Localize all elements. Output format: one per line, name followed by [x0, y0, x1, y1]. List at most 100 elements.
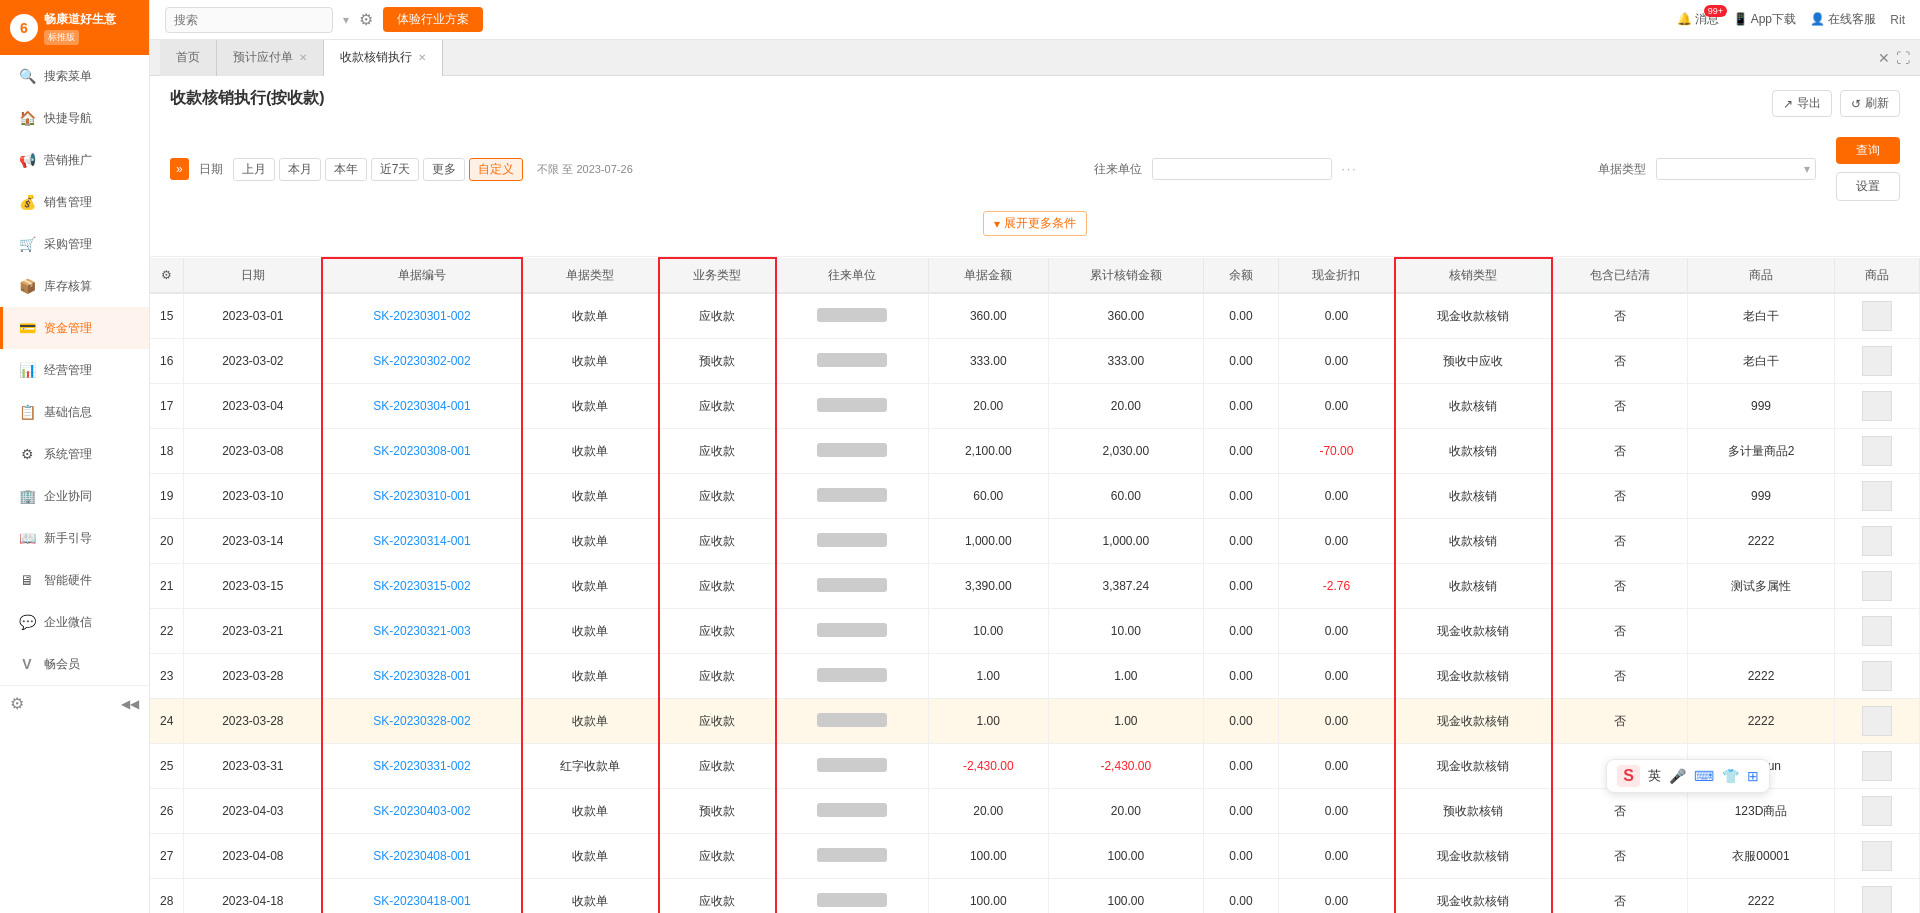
cell-seq: 19	[150, 474, 184, 519]
bill-no-link[interactable]: SK-20230315-002	[373, 579, 470, 593]
sidebar-item-sales[interactable]: 💰 销售管理	[0, 181, 149, 223]
cell-product: 999	[1688, 474, 1834, 519]
sidebar-item-inventory[interactable]: 📦 库存核算	[0, 265, 149, 307]
table-row: 21 2023-03-15 SK-20230315-002 收款单 应收款 3,…	[150, 564, 1920, 609]
shirt-icon[interactable]: 👕	[1722, 768, 1739, 784]
cell-seq: 17	[150, 384, 184, 429]
bill-no-link[interactable]: SK-20230331-002	[373, 759, 470, 773]
sidebar-item-operations[interactable]: 📊 经营管理	[0, 349, 149, 391]
sidebar-item-member[interactable]: V 畅会员	[0, 643, 149, 685]
bill-type-input[interactable]	[1656, 158, 1816, 180]
grid-icon[interactable]: ⊞	[1747, 768, 1759, 784]
tab-home[interactable]: 首页	[160, 40, 217, 76]
topbar-dropdown-icon[interactable]: ▾	[343, 13, 349, 27]
last-month-button[interactable]: 上月	[233, 158, 275, 181]
chinese-label[interactable]: 英	[1648, 767, 1661, 785]
tab-collection[interactable]: 收款核销执行 ✕	[324, 40, 443, 76]
support-link[interactable]: 👤 在线客服	[1810, 11, 1876, 28]
bill-no-link[interactable]: SK-20230321-003	[373, 624, 470, 638]
mic-icon[interactable]: 🎤	[1669, 768, 1686, 784]
cell-cancel-type: 预收中应收	[1395, 339, 1552, 384]
solution-button[interactable]: 体验行业方案	[383, 7, 483, 32]
bill-no-link[interactable]: SK-20230328-002	[373, 714, 470, 728]
col-header-balance[interactable]: 余额	[1203, 258, 1278, 293]
app-download-link[interactable]: 📱 App下载	[1733, 11, 1796, 28]
this-month-button[interactable]: 本月	[279, 158, 321, 181]
bill-no-link[interactable]: SK-20230302-002	[373, 354, 470, 368]
this-year-button[interactable]: 本年	[325, 158, 367, 181]
col-header-gear[interactable]: ⚙	[150, 258, 184, 293]
cell-balance: 0.00	[1203, 429, 1278, 474]
col-header-bill-type[interactable]: 单据类型	[522, 258, 659, 293]
user-name[interactable]: Rit	[1890, 13, 1905, 27]
col-header-biz-type[interactable]: 业务类型	[659, 258, 776, 293]
query-button[interactable]: 查询	[1836, 137, 1900, 164]
topbar-search-input[interactable]	[165, 7, 333, 33]
keyboard-icon[interactable]: ⌨	[1694, 768, 1714, 784]
tab-preorder-close[interactable]: ✕	[299, 52, 307, 63]
col-header-product[interactable]: 商品	[1688, 258, 1834, 293]
cell-include-settled: 否	[1552, 339, 1688, 384]
col-header-partner[interactable]: 往来单位	[776, 258, 929, 293]
bill-no-link[interactable]: SK-20230408-001	[373, 849, 470, 863]
cell-cumulative: 1.00	[1048, 699, 1203, 744]
custom-date-button[interactable]: 自定义	[469, 158, 523, 181]
bill-no-link[interactable]: SK-20230304-001	[373, 399, 470, 413]
bill-no-link[interactable]: SK-20230301-002	[373, 309, 470, 323]
col-header-cash-discount[interactable]: 现金折扣	[1279, 258, 1395, 293]
sidebar-item-system[interactable]: ⚙ 系统管理	[0, 433, 149, 475]
cell-cumulative: 2,030.00	[1048, 429, 1203, 474]
bill-no-link[interactable]: SK-20230418-001	[373, 894, 470, 908]
sidebar-item-marketing[interactable]: 📢 营销推广	[0, 139, 149, 181]
filter-toggle-button[interactable]: »	[170, 158, 189, 180]
partner-blurred	[817, 578, 887, 592]
cell-date: 2023-04-03	[184, 789, 322, 834]
cell-cancel-type: 收款核销	[1395, 564, 1552, 609]
partner-blurred	[817, 398, 887, 412]
bill-no-link[interactable]: SK-20230403-002	[373, 804, 470, 818]
cell-product-img	[1834, 744, 1919, 789]
sidebar-item-finance[interactable]: 💳 资金管理	[0, 307, 149, 349]
col-header-bill-no[interactable]: 单据编号	[322, 258, 521, 293]
sidebar-item-purchase[interactable]: 🛒 采购管理	[0, 223, 149, 265]
export-icon: ↗	[1783, 97, 1793, 111]
sidebar-item-search[interactable]: 🔍 搜索菜单	[0, 55, 149, 97]
settings-button[interactable]: 设置	[1836, 172, 1900, 201]
sidebar-item-wechat[interactable]: 💬 企业微信	[0, 601, 149, 643]
sidebar-item-label: 采购管理	[44, 236, 92, 253]
sidebar-item-enterprise[interactable]: 🏢 企业协同	[0, 475, 149, 517]
tab-close-all-icon[interactable]: ✕	[1878, 50, 1890, 66]
sidebar-item-basic-info[interactable]: 📋 基础信息	[0, 391, 149, 433]
sidebar-item-hardware[interactable]: 🖥 智能硬件	[0, 559, 149, 601]
sidebar-item-quick-nav[interactable]: 🏠 快捷导航	[0, 97, 149, 139]
tab-preorder[interactable]: 预计应付单 ✕	[217, 40, 324, 76]
bill-no-link[interactable]: SK-20230310-001	[373, 489, 470, 503]
col-header-product2[interactable]: 商品	[1834, 258, 1919, 293]
notification-icon[interactable]: 🔔 消息 99+	[1677, 11, 1719, 28]
col-header-date[interactable]: 日期	[184, 258, 322, 293]
sidebar-gear-icon[interactable]: ⚙	[10, 694, 24, 713]
col-header-cancel-type[interactable]: 核销类型	[1395, 258, 1552, 293]
bill-no-link[interactable]: SK-20230314-001	[373, 534, 470, 548]
cell-product: 测试多属性	[1688, 564, 1834, 609]
tab-collection-close[interactable]: ✕	[418, 52, 426, 63]
cell-partner	[776, 384, 929, 429]
col-header-include-settled[interactable]: 包含已结清	[1552, 258, 1688, 293]
refresh-button[interactable]: ↺ 刷新	[1840, 90, 1900, 117]
col-header-amount[interactable]: 单据金额	[928, 258, 1048, 293]
bill-no-link[interactable]: SK-20230308-001	[373, 444, 470, 458]
cell-bill-type: 收款单	[522, 879, 659, 914]
cell-date: 2023-03-31	[184, 744, 322, 789]
sidebar-item-guide[interactable]: 📖 新手引导	[0, 517, 149, 559]
expand-conditions-button[interactable]: ▾ 展开更多条件	[983, 211, 1087, 236]
topbar-gear-button[interactable]: ⚙	[359, 10, 373, 29]
bill-no-link[interactable]: SK-20230328-001	[373, 669, 470, 683]
col-header-cumulative[interactable]: 累计核销金额	[1048, 258, 1203, 293]
sidebar-collapse-icon[interactable]: ◀◀	[121, 697, 139, 711]
last7-button[interactable]: 近7天	[371, 158, 420, 181]
tab-restore-icon[interactable]: ⛶	[1896, 50, 1910, 66]
logo-text: 畅康道好生意	[44, 11, 116, 28]
export-button[interactable]: ↗ 导出	[1772, 90, 1832, 117]
more-date-button[interactable]: 更多	[423, 158, 465, 181]
partner-input[interactable]	[1152, 158, 1332, 180]
